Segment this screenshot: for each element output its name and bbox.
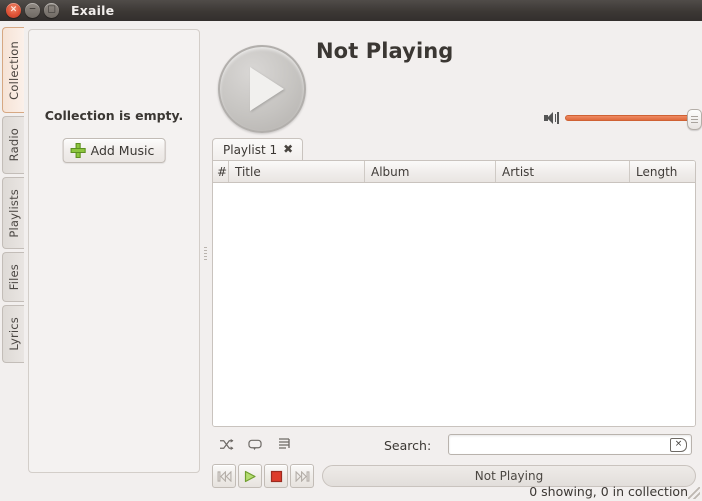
shuffle-icon[interactable] bbox=[218, 436, 234, 452]
sidebar-tabs: Collection Radio Playlists Files Lyrics bbox=[2, 27, 26, 366]
repeat-icon[interactable] bbox=[247, 436, 263, 452]
column-header-artist[interactable]: Artist bbox=[496, 161, 630, 182]
playlist-toolbar: Search: × bbox=[212, 433, 696, 459]
playlist-tab-1[interactable]: Playlist 1 ✖ bbox=[212, 138, 304, 161]
playlist-notebook: Playlist 1 ✖ # Title Album Artist Length bbox=[212, 137, 696, 427]
playlist-table: # Title Album Artist Length bbox=[212, 160, 696, 427]
sidebar-tab-playlists-label: Playlists bbox=[6, 188, 21, 238]
sidebar-tab-collection-label: Collection bbox=[6, 40, 21, 100]
search-box[interactable]: × bbox=[448, 434, 692, 455]
progress-bar-label: Not Playing bbox=[474, 469, 544, 483]
search-label: Search: bbox=[384, 438, 432, 453]
play-circle-icon bbox=[218, 45, 306, 133]
volume-control[interactable] bbox=[544, 107, 702, 130]
close-window-button[interactable]: × bbox=[6, 3, 21, 18]
sidebar-tab-files[interactable]: Files bbox=[2, 252, 24, 302]
minimize-window-button[interactable]: − bbox=[25, 3, 40, 18]
status-bar: 0 showing, 0 in collection bbox=[0, 482, 702, 501]
status-bar-text: 0 showing, 0 in collection bbox=[529, 484, 688, 499]
add-music-button[interactable]: Add Music bbox=[62, 138, 166, 163]
add-music-label: Add Music bbox=[90, 143, 155, 158]
playlist-tabstrip: Playlist 1 ✖ bbox=[212, 137, 304, 161]
now-playing-header: Not Playing bbox=[208, 25, 702, 133]
maximize-window-button[interactable]: □ bbox=[44, 3, 59, 18]
sidebar-tab-radio-label: Radio bbox=[6, 128, 21, 162]
dynamic-icon[interactable] bbox=[276, 436, 292, 452]
speaker-icon[interactable] bbox=[544, 111, 559, 125]
collection-panel: Collection is empty. Add Music bbox=[28, 29, 200, 473]
column-header-album[interactable]: Album bbox=[365, 161, 496, 182]
playlist-column-headers: # Title Album Artist Length bbox=[213, 161, 695, 183]
title-bar: × − □ Exaile bbox=[0, 0, 702, 21]
minimize-icon: − bbox=[28, 4, 37, 15]
window-body: Collection Radio Playlists Files Lyrics … bbox=[0, 21, 702, 501]
volume-slider[interactable] bbox=[565, 109, 702, 130]
column-header-length[interactable]: Length bbox=[630, 161, 695, 182]
playlist-tab-close-icon[interactable]: ✖ bbox=[283, 143, 293, 155]
column-header-title[interactable]: Title bbox=[229, 161, 365, 182]
window-controls: × − □ bbox=[6, 3, 59, 18]
main-pane: Not Playing Playlist 1 ✖ # Title Album A… bbox=[208, 25, 702, 488]
sidebar-tab-lyrics-label: Lyrics bbox=[6, 317, 21, 351]
plus-icon bbox=[70, 143, 86, 158]
sidebar-tab-collection[interactable]: Collection bbox=[2, 27, 24, 113]
clear-search-icon[interactable]: × bbox=[670, 437, 687, 452]
volume-slider-handle[interactable] bbox=[687, 109, 702, 130]
collection-empty-message: Collection is empty. bbox=[44, 108, 184, 123]
splitter-grip-icon bbox=[204, 247, 207, 261]
maximize-icon: □ bbox=[47, 4, 56, 15]
search-input[interactable] bbox=[449, 436, 670, 453]
playlist-tab-1-label: Playlist 1 bbox=[223, 143, 278, 157]
sidebar-tab-radio[interactable]: Radio bbox=[2, 116, 24, 174]
window-title: Exaile bbox=[71, 3, 115, 18]
sidebar-tab-lyrics[interactable]: Lyrics bbox=[2, 305, 24, 363]
now-playing-title: Not Playing bbox=[316, 39, 454, 63]
column-header-number[interactable]: # bbox=[213, 161, 229, 182]
play-triangle-icon bbox=[250, 67, 284, 111]
playlist-rows[interactable] bbox=[213, 183, 695, 426]
sidebar-tab-files-label: Files bbox=[6, 263, 21, 291]
resize-grip-icon[interactable] bbox=[688, 487, 700, 499]
playback-mode-icons bbox=[218, 436, 292, 452]
close-icon: × bbox=[9, 4, 18, 15]
sidebar-tab-playlists[interactable]: Playlists bbox=[2, 177, 24, 249]
